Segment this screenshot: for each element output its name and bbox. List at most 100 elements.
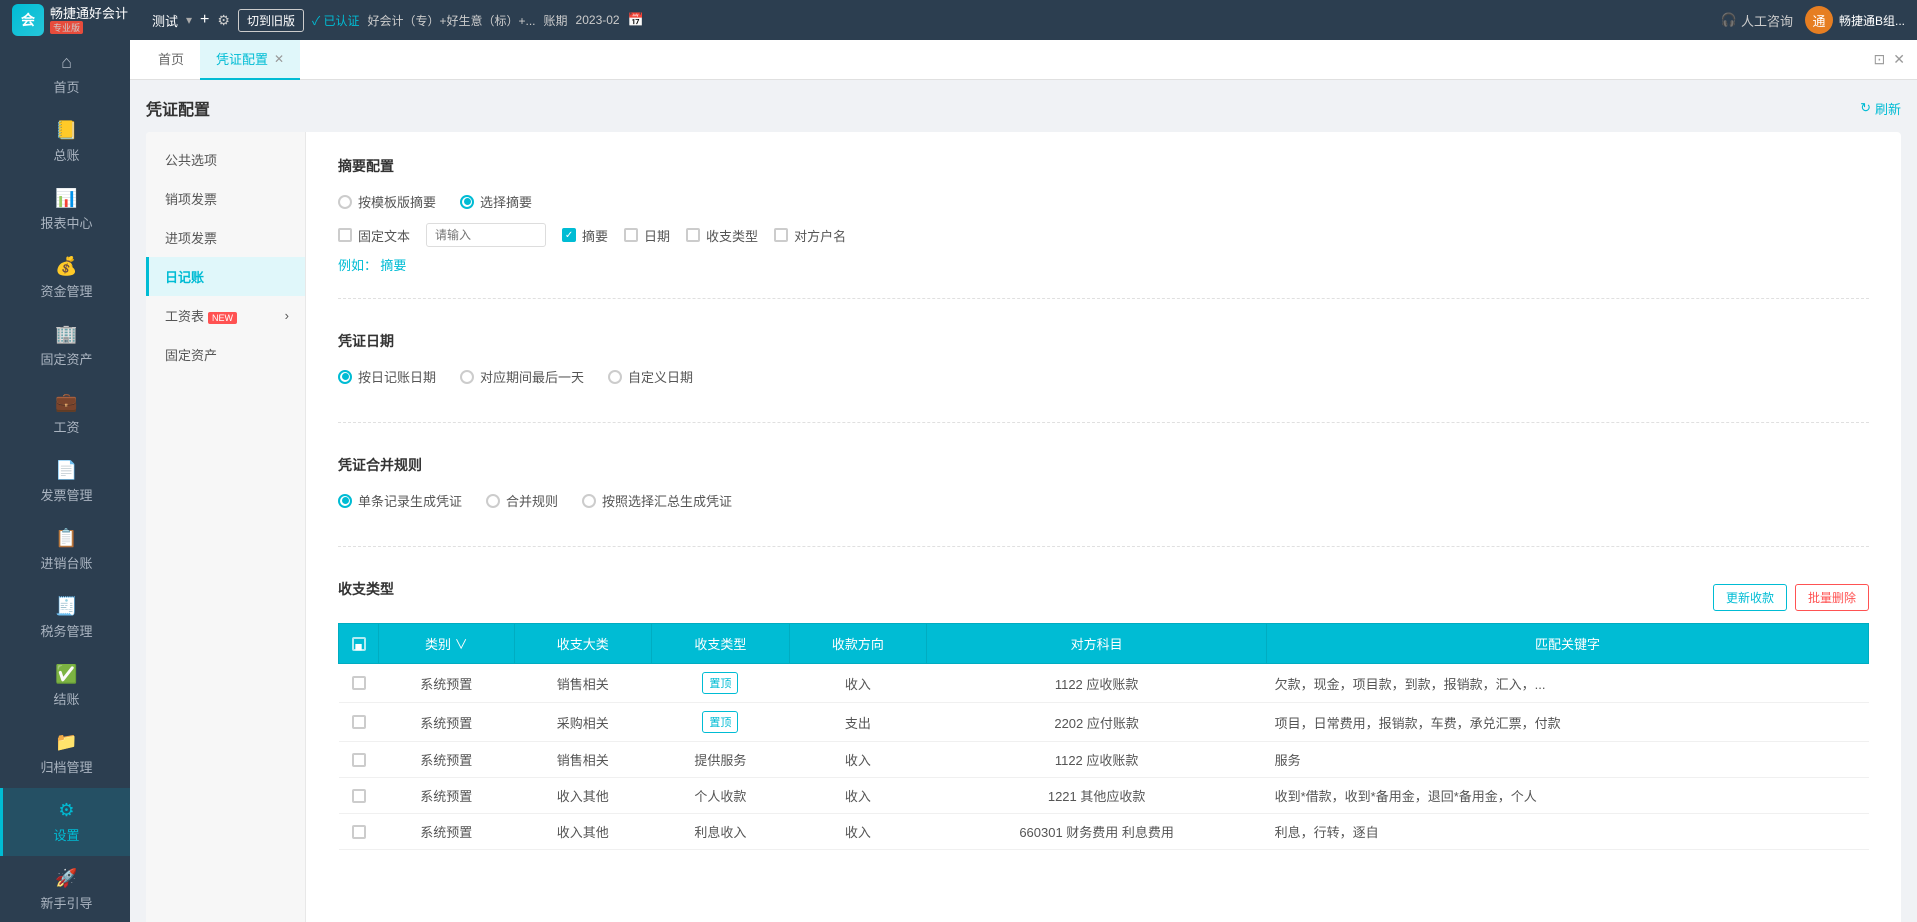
left-menu-journal[interactable]: 日记账 [146,257,305,296]
sidebar-label-settle: 结账 [53,689,79,708]
sidebar-item-settle[interactable]: ✅ 结账 [0,652,130,720]
sidebar-item-assets[interactable]: 🏢 固定资产 [0,312,130,380]
payment-types-section: 收支类型 更新收款 批量删除 ■ [338,579,1869,874]
radio-template-circle [338,195,352,209]
checkbox-fixed-text-box [338,228,352,242]
radio-custom-date-label: 自定义日期 [628,367,693,386]
left-menu-journal-label: 日记账 [165,270,204,285]
cell-keyword-1: 项目，日常费用，报销款，车费，承兑汇票，付款 [1267,703,1869,742]
cell-account-0: 1122 应收账款 [927,664,1267,703]
th-checkbox: ■ [339,624,379,664]
cell-direction-3: 收入 [789,778,927,814]
type-tag-1[interactable]: 置顶 [702,711,738,733]
settings-icon[interactable]: ⚙ [217,12,230,29]
summary-section-title: 摘要配置 [338,156,1869,176]
sidebar-item-home[interactable]: ⌂ 首页 [0,40,130,108]
refresh-button[interactable]: ↻ 刷新 [1860,99,1901,118]
sidebar-item-purchase[interactable]: 📋 进销台账 [0,516,130,584]
tab-home-label: 首页 [158,49,184,68]
calendar-icon[interactable]: 📅 [628,12,644,28]
date-section: 凭证日期 按日记账日期 对应期间最后一天 [338,331,1869,423]
sidebar-label-assets: 固定资产 [40,349,92,368]
row-checkbox-1[interactable] [352,715,366,729]
th-keyword: 匹配关键字 [1267,624,1869,664]
radio-template-label: 按模板版摘要 [358,192,436,211]
user-info[interactable]: 通 畅捷通B组... [1805,6,1905,34]
main-layout: ⌂ 首页 📒 总账 📊 报表中心 💰 资金管理 🏢 固定资产 💼 工资 📄 发票… [0,40,1917,922]
checkbox-counterpart-label: 对方户名 [794,226,846,245]
batch-delete-button[interactable]: 批量删除 [1795,584,1869,611]
radio-journal-date[interactable]: 按日记账日期 [338,367,436,386]
sidebar-item-archive[interactable]: 📁 归档管理 [0,720,130,788]
cell-keyword-4: 利息，行转，逐自 [1267,814,1869,850]
radio-single[interactable]: 单条记录生成凭证 [338,491,462,510]
checkbox-fixed-text[interactable]: 固定文本 [338,226,410,245]
left-menu-salary-sheet[interactable]: 工资表NEW › [146,296,305,335]
left-menu-sale-invoice[interactable]: 销项发票 [146,179,305,218]
new-badge: NEW [208,312,237,324]
checkbox-date[interactable]: 日期 [624,226,670,245]
tags-text: 好会计（专）+好生意（标）+... [368,12,536,29]
radio-merge-rule-label: 合并规则 [506,491,558,510]
summary-radio-group: 按模板版摘要 选择摘要 [338,192,1869,211]
radio-merge-rule-circle [486,494,500,508]
sidebar-item-funds[interactable]: 💰 资金管理 [0,244,130,312]
header-checkbox[interactable]: ■ [352,637,366,651]
dropdown-arrow-icon[interactable]: ▾ [186,13,192,27]
radio-template[interactable]: 按模板版摘要 [338,192,436,211]
top-bar-right: 🎧 人工咨询 通 畅捷通B组... [1721,6,1905,34]
update-payment-button[interactable]: 更新收款 [1713,584,1787,611]
sidebar-item-ledger[interactable]: 📒 总账 [0,108,130,176]
sidebar-label-ledger: 总账 [53,145,79,164]
th-category: 类别 ∨ [379,624,515,664]
row-checkbox-2[interactable] [352,753,366,767]
service-btn[interactable]: 🎧 人工咨询 [1721,11,1793,30]
cell-keyword-3: 收到*借款，收到*备用金，退回*备用金，个人 [1267,778,1869,814]
tab-home[interactable]: 首页 [142,40,200,80]
left-menu-fixed-asset[interactable]: 固定资产 [146,335,305,374]
cell-account-4: 660301 财务费用 利息费用 [927,814,1267,850]
content-wrapper: 首页 凭证配置 ✕ ⊡ ✕ 凭证配置 ↻ 刷新 [130,40,1917,922]
row-checkbox-3[interactable] [352,789,366,803]
switch-version-button[interactable]: 切到旧版 [238,9,304,32]
radio-select[interactable]: 选择摘要 [460,192,532,211]
row-checkbox-0[interactable] [352,676,366,690]
sidebar-item-tax[interactable]: 🧾 税务管理 [0,584,130,652]
cell-major-3: 收入其他 [514,778,652,814]
checkbox-payment-type[interactable]: 收支类型 [686,226,758,245]
radio-last-day[interactable]: 对应期间最后一天 [460,367,584,386]
left-menu-public[interactable]: 公共选项 [146,140,305,179]
radio-select-total[interactable]: 按照选择汇总生成凭证 [582,491,732,510]
close-window-icon[interactable]: ✕ [1893,51,1905,68]
radio-merge-rule[interactable]: 合并规则 [486,491,558,510]
left-menu-purchase-invoice[interactable]: 进项发票 [146,218,305,257]
type-tag-0[interactable]: 置顶 [702,672,738,694]
radio-custom-date-circle [608,370,622,384]
tab-close-icon[interactable]: ✕ [274,52,284,66]
sidebar-label-settings: 设置 [53,825,79,844]
sidebar-item-settings[interactable]: ⚙ 设置 [0,788,130,856]
radio-custom-date[interactable]: 自定义日期 [608,367,693,386]
settings-sidebar-icon: ⚙ [58,800,74,821]
sidebar-item-reports[interactable]: 📊 报表中心 [0,176,130,244]
sidebar-item-guide[interactable]: 🚀 新手引导 [0,856,130,922]
sidebar-item-invoice[interactable]: 📄 发票管理 [0,448,130,516]
example-prefix: 例如： [338,258,377,273]
sidebar-item-salary[interactable]: 💼 工资 [0,380,130,448]
merge-section-title: 凭证合并规则 [338,455,1869,475]
assets-icon: 🏢 [55,324,77,345]
checkbox-counterpart[interactable]: 对方户名 [774,226,846,245]
left-menu: 公共选项 销项发票 进项发票 日记账 工资表NEW › [146,132,306,922]
payment-types-title: 收支类型 [338,579,394,599]
tab-voucher-config-label: 凭证配置 [216,49,268,68]
tab-voucher-config[interactable]: 凭证配置 ✕ [200,40,300,80]
row-checkbox-4[interactable] [352,825,366,839]
checkbox-summary[interactable]: 摘要 [562,226,608,245]
add-icon[interactable]: + [200,11,209,29]
maximize-icon[interactable]: ⊡ [1874,51,1886,68]
archive-icon: 📁 [55,732,77,753]
period-label: 账期 [544,12,568,29]
fixed-text-input[interactable] [426,223,546,247]
sidebar-label-invoice: 发票管理 [40,485,92,504]
page-content: 凭证配置 ↻ 刷新 公共选项 销项发票 进项发票 [130,80,1917,922]
